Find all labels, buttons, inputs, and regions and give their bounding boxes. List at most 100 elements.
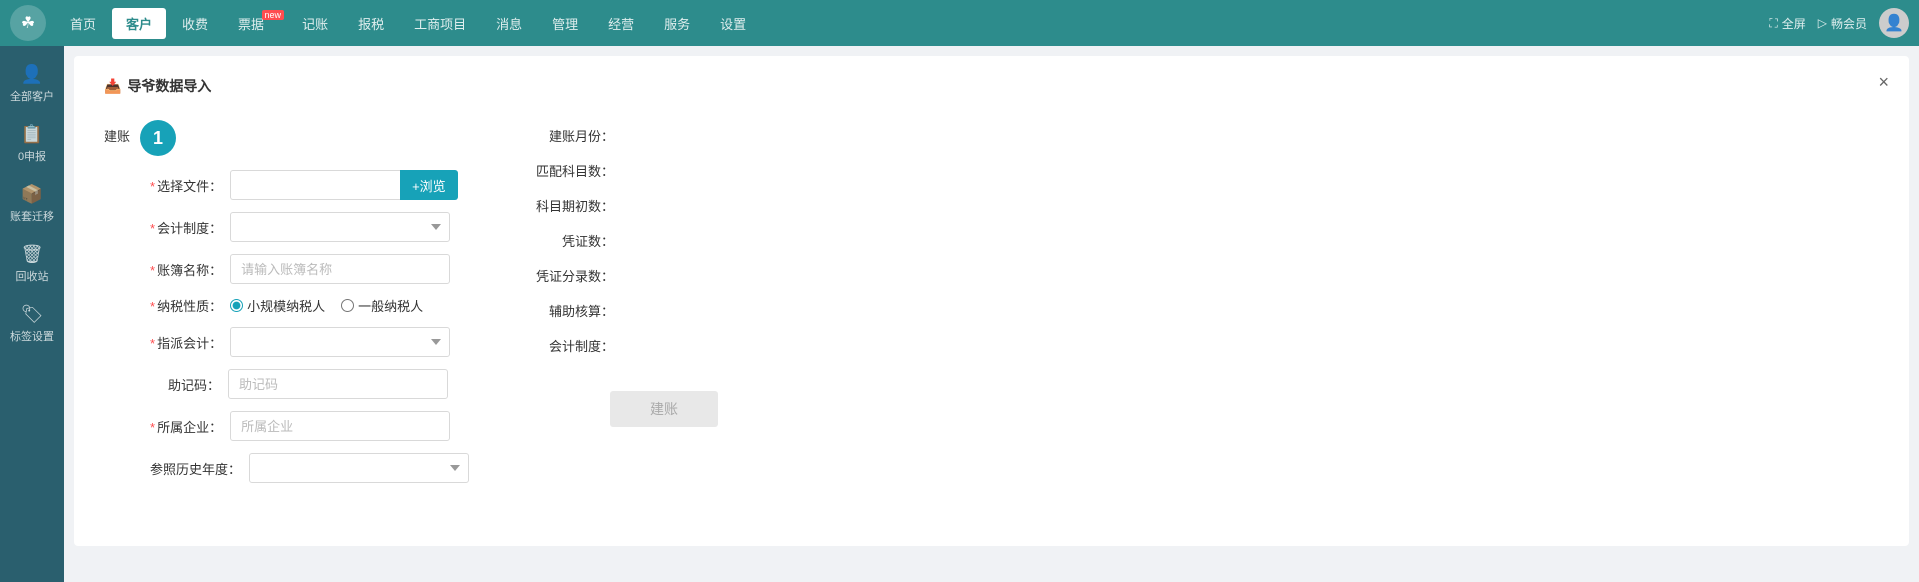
nav-right-area: ⛶ 全屏 ▷ 畅会员 👤 [1769, 8, 1909, 38]
book-name-label: *账簿名称： [150, 260, 222, 279]
book-name-row: *账簿名称： [150, 254, 484, 284]
history-year-row: 参照历史年度： [150, 453, 484, 483]
memo-code-row: 助记码： [150, 369, 484, 399]
auxiliary-calc-row: 辅助核算： [524, 301, 804, 320]
nav-customers[interactable]: 客户 [112, 8, 166, 39]
sidebar-item-recycle[interactable]: 🗑 回收站 [4, 236, 60, 292]
file-input-wrapper: +浏览 [230, 170, 458, 200]
sidebar-item-zero-declaration[interactable]: 📋 0申报 [4, 116, 60, 172]
required-mark5: * [150, 336, 155, 351]
required-mark6: * [150, 420, 155, 435]
form-right-panel: 建账月份： 匹配科目数： 科目期初数： 凭证数： [524, 116, 804, 483]
nav-messages[interactable]: 消息 [482, 8, 536, 39]
nav-tax[interactable]: 报税 [344, 8, 398, 39]
nav-bookkeeping[interactable]: 记账 [288, 8, 342, 39]
logo-icon: ☘ [21, 13, 35, 33]
top-navigation: ☘ 首页 客户 收费 票据 new 记账 报税 工商项目 消息 管理 经营 服务… [0, 0, 1919, 46]
fullscreen-icon: ⛶ [1769, 16, 1777, 31]
tax-small-option[interactable]: 小规模纳税人 [230, 296, 325, 315]
voucher-count-row: 凭证数： [524, 231, 804, 250]
tax-small-label: 小规模纳税人 [247, 296, 325, 315]
account-system-label: *会计制度： [150, 218, 222, 237]
account-system-select[interactable] [230, 212, 450, 242]
import-card: 📥 导爷数据导入 × 建账 1 *选择文件： [74, 56, 1909, 546]
avatar-icon: 👤 [1884, 13, 1904, 33]
user-avatar[interactable]: 👤 [1879, 8, 1909, 38]
form-left: 建账 1 *选择文件： +浏览 [104, 116, 484, 483]
history-year-select[interactable] [249, 453, 469, 483]
company-label: *所属企业： [150, 417, 222, 436]
nav-services[interactable]: 服务 [650, 8, 704, 39]
tax-type-label: *纳税性质： [150, 296, 222, 315]
build-account-button[interactable]: 建账 [610, 391, 718, 427]
declaration-icon: 📋 [21, 124, 43, 145]
sidebar-label-all-customers: 全部客户 [10, 88, 54, 104]
assign-accountant-label: *指派会计： [150, 333, 222, 352]
main-layout: 👤 全部客户 📋 0申报 📦 账套迁移 🗑 回收站 🏷 标签设置 📥 导爷数据导… [0, 46, 1919, 582]
nav-menu: 首页 客户 收费 票据 new 记账 报税 工商项目 消息 管理 经营 服务 设… [56, 8, 1769, 39]
trash-icon: 🗑 [21, 244, 44, 265]
book-name-input[interactable] [230, 254, 450, 284]
assign-accountant-row: *指派会计： [150, 327, 484, 357]
nav-management[interactable]: 管理 [538, 8, 592, 39]
migration-icon: 📦 [21, 184, 43, 205]
fullscreen-label: 全屏 [1782, 15, 1806, 32]
sidebar-label-recycle: 回收站 [16, 268, 49, 284]
build-month-row: 建账月份： [524, 126, 804, 145]
sidebar-label-zero-declaration: 0申报 [18, 148, 46, 164]
card-header: 📥 导爷数据导入 [104, 76, 1879, 96]
play-icon: ▷ [1818, 16, 1827, 30]
new-badge: new [262, 10, 285, 20]
nav-fees[interactable]: 收费 [168, 8, 222, 39]
step-label: 建账 [104, 126, 130, 145]
tax-general-option[interactable]: 一般纳税人 [341, 296, 423, 315]
voucher-entries-row: 凭证分录数： [524, 266, 804, 285]
match-subjects-label: 匹配科目数： [524, 161, 614, 180]
sidebar-item-tag-settings[interactable]: 🏷 标签设置 [4, 296, 60, 352]
member-label: 畅会员 [1831, 15, 1867, 32]
nav-home[interactable]: 首页 [56, 8, 110, 39]
form-section: *选择文件： +浏览 *会计制度： [150, 170, 484, 483]
tag-icon: 🏷 [21, 304, 44, 325]
sidebar-item-all-customers[interactable]: 👤 全部客户 [4, 56, 60, 112]
nav-operations[interactable]: 经营 [594, 8, 648, 39]
voucher-entries-label: 凭证分录数： [524, 266, 614, 285]
card-title: 导爷数据导入 [127, 76, 211, 96]
fullscreen-button[interactable]: ⛶ 全屏 [1769, 15, 1805, 32]
auxiliary-calc-label: 辅助核算： [524, 301, 614, 320]
file-select-row: *选择文件： +浏览 [150, 170, 484, 200]
sidebar-item-account-migration[interactable]: 📦 账套迁移 [4, 176, 60, 232]
tax-small-radio[interactable] [230, 299, 243, 312]
memo-code-label: 助记码： [150, 375, 220, 394]
memo-code-input[interactable] [228, 369, 448, 399]
nav-settings[interactable]: 设置 [706, 8, 760, 39]
nav-business[interactable]: 工商项目 [400, 8, 480, 39]
card-title-icon: 📥 [104, 78, 121, 95]
close-button[interactable]: × [1878, 72, 1889, 93]
required-mark3: * [150, 263, 155, 278]
tax-type-row: *纳税性质： 小规模纳税人 一般纳税人 [150, 296, 484, 315]
history-year-label: 参照历史年度： [150, 459, 241, 478]
company-row: *所属企业： [150, 411, 484, 441]
file-input[interactable] [230, 170, 400, 200]
tax-general-radio[interactable] [341, 299, 354, 312]
company-input[interactable] [230, 411, 450, 441]
step-indicator: 建账 1 [104, 116, 484, 156]
step-circle: 1 [140, 120, 176, 156]
browse-button[interactable]: +浏览 [400, 170, 458, 200]
assign-accountant-select[interactable] [230, 327, 450, 357]
match-subjects-row: 匹配科目数： [524, 161, 804, 180]
main-content-area: 📥 导爷数据导入 × 建账 1 *选择文件： [64, 46, 1919, 582]
nav-invoices[interactable]: 票据 new [224, 8, 286, 39]
app-logo[interactable]: ☘ [10, 5, 46, 41]
right-account-system-row: 会计制度： [524, 336, 804, 355]
required-mark: * [150, 179, 155, 194]
form-container: 建账 1 *选择文件： +浏览 [104, 116, 1879, 483]
right-account-system-label: 会计制度： [524, 336, 614, 355]
account-system-row: *会计制度： [150, 212, 484, 242]
member-button[interactable]: ▷ 畅会员 [1818, 15, 1867, 32]
required-mark2: * [150, 221, 155, 236]
tax-general-label: 一般纳税人 [358, 296, 423, 315]
subject-initial-row: 科目期初数： [524, 196, 804, 215]
voucher-count-label: 凭证数： [524, 231, 614, 250]
